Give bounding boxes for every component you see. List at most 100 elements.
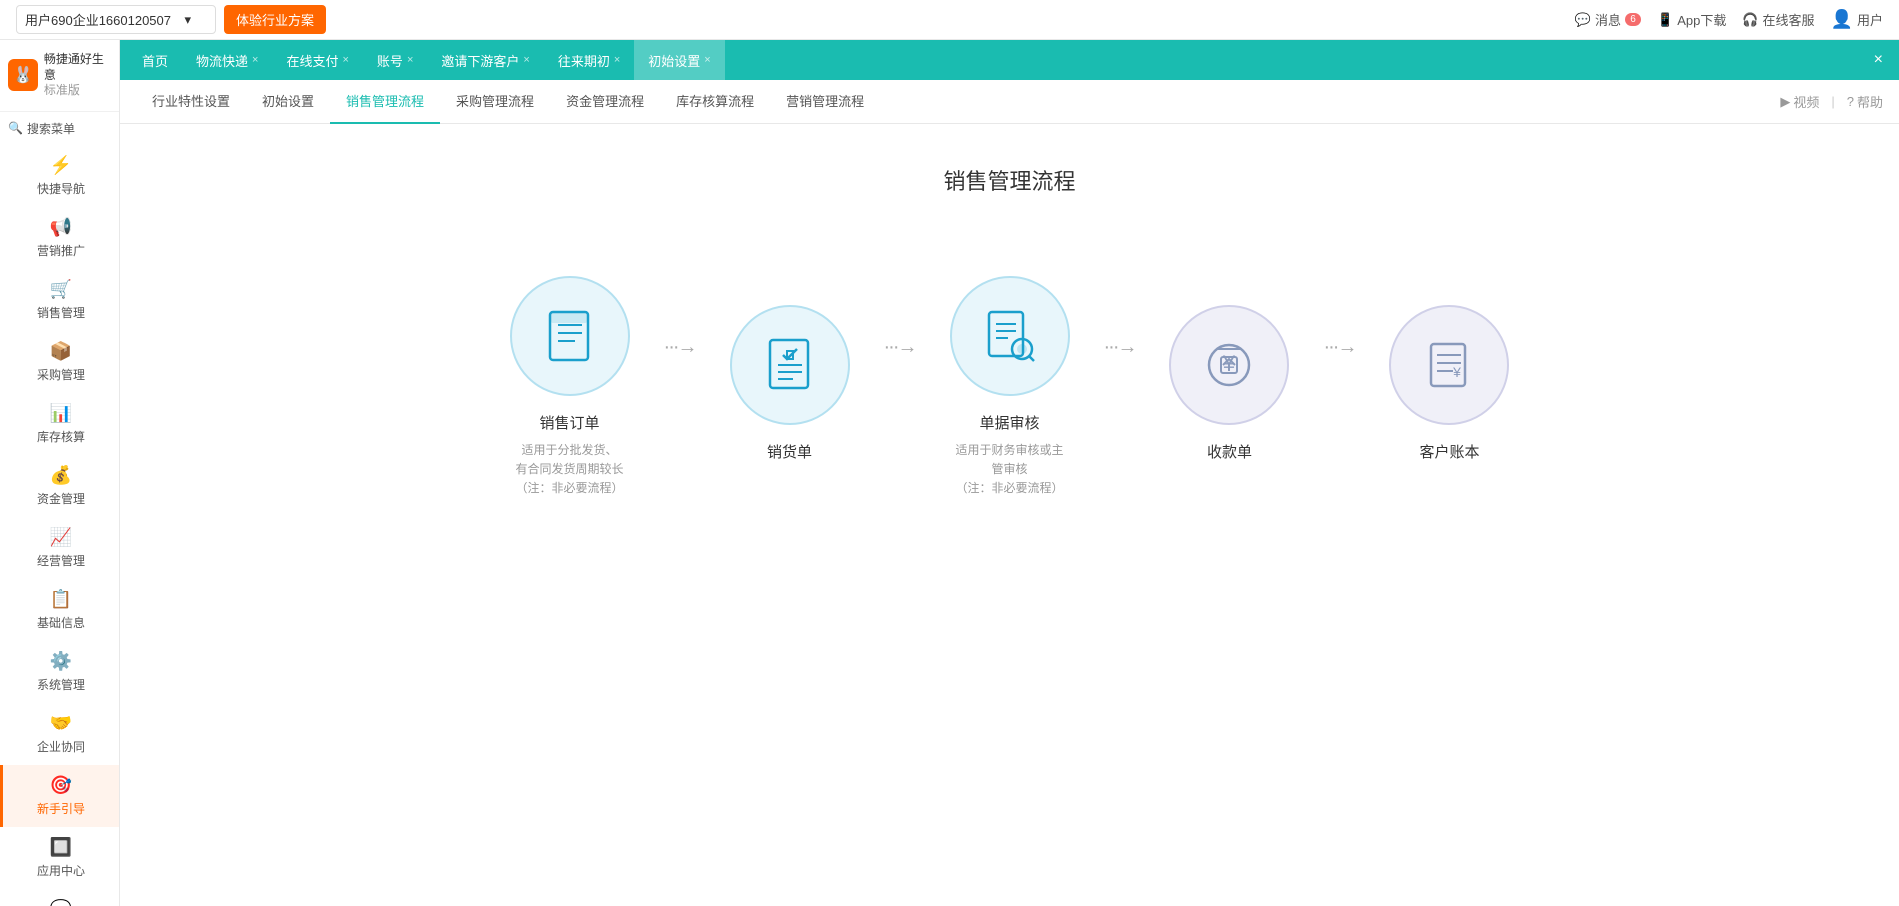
sidebar-item-label: 应用中心: [37, 862, 85, 879]
sidebar-item-appcenter[interactable]: 🔲 应用中心: [0, 827, 119, 889]
close-initial-icon[interactable]: ×: [704, 54, 710, 66]
nav-tab-invite[interactable]: 邀请下游客户 ×: [427, 40, 543, 80]
video-link[interactable]: ▶ 视频: [1780, 92, 1819, 111]
customer-account-circle[interactable]: ¥: [1389, 305, 1509, 425]
message-label: 消息: [1595, 10, 1621, 29]
sub-tab-sales-flow[interactable]: 销售管理流程: [330, 80, 440, 124]
top-header: 用户690企业1660120507 ▾ 体验行业方案 💬 消息 6 📱 App下…: [0, 0, 1899, 40]
sub-tab-industry[interactable]: 行业特性设置: [136, 80, 246, 124]
basic-icon: 📋: [50, 589, 72, 610]
search-label: 搜索菜单: [27, 120, 75, 137]
close-logistics-icon[interactable]: ×: [252, 54, 258, 66]
nav-tab-payment[interactable]: 在线支付 ×: [272, 40, 362, 80]
sidebar-search[interactable]: 🔍 搜索菜单: [0, 112, 119, 145]
avatar-icon: 👤: [1831, 9, 1853, 30]
mobile-icon: 📱: [1657, 12, 1673, 28]
help-label: 帮助: [1857, 92, 1883, 111]
trial-btn[interactable]: 体验行业方案: [224, 5, 326, 34]
purchase-icon: 📦: [50, 341, 72, 362]
audit-desc: 适用于财务审核或主管审核（注：非必要流程）: [955, 441, 1063, 499]
sidebar-item-basic[interactable]: 📋 基础信息: [0, 579, 119, 641]
flow-arrow-3: ···→: [1104, 336, 1136, 359]
content-area: 行业特性设置 初始设置 销售管理流程 采购管理流程 资金管理流程 库存核算流程: [120, 80, 1899, 906]
sidebar-item-label: 营销推广: [37, 242, 85, 259]
nav-tab-account-label: 账号: [377, 51, 403, 70]
sub-tab-purchase-flow[interactable]: 采购管理流程: [440, 80, 550, 124]
sidebar-item-marketing[interactable]: 📢 营销推广: [0, 207, 119, 269]
sidebar-item-label: 新手引导: [37, 800, 85, 817]
marketing-icon: 📢: [50, 217, 72, 238]
flow-arrow-4: ···→: [1323, 336, 1355, 359]
sidebar-item-inventory[interactable]: 📊 库存核算: [0, 393, 119, 455]
nav-tab-home[interactable]: 首页: [128, 40, 182, 80]
flow-step-sales-invoice: 销货单: [700, 305, 880, 470]
nav-tab-initial[interactable]: 初始设置 ×: [634, 40, 724, 80]
close-invite-icon[interactable]: ×: [523, 54, 529, 66]
user-name-label: 用户: [1857, 10, 1883, 29]
receipt-circle[interactable]: ¥: [1169, 305, 1289, 425]
message-badge: 6: [1625, 13, 1641, 26]
sidebar-item-sales[interactable]: 🛒 销售管理: [0, 269, 119, 331]
flow-step-audit: 单据审核 适用于财务审核或主管审核（注：非必要流程）: [920, 276, 1100, 499]
sales-order-label: 销售订单: [540, 412, 600, 433]
online-service-btn[interactable]: 🎧 在线客服: [1742, 10, 1814, 29]
sub-tab-inventory-flow[interactable]: 库存核算流程: [660, 80, 770, 124]
close-all-tabs-btn[interactable]: ×: [1866, 51, 1891, 69]
sub-tab-finance-flow[interactable]: 资金管理流程: [550, 80, 660, 124]
nav-tab-history-label: 往来期初: [558, 51, 610, 70]
sidebar-item-label: 资金管理: [37, 490, 85, 507]
logo-text: 畅捷通好生意 标准版: [44, 52, 111, 99]
nav-tab-logistics[interactable]: 物流快递 ×: [182, 40, 272, 80]
sidebar-item-newbie[interactable]: 🎯 新手引导: [0, 765, 119, 827]
sub-tab-initial[interactable]: 初始设置: [246, 80, 330, 124]
sidebar-item-label: 企业协同: [37, 738, 85, 755]
sales-order-desc: 适用于分批发货、有合同发货周期较长（注：非必要流程）: [516, 441, 624, 499]
sidebar-item-operation[interactable]: 📈 经营管理: [0, 517, 119, 579]
finance-icon: 💰: [50, 465, 72, 486]
close-history-icon[interactable]: ×: [614, 54, 620, 66]
sidebar-item-label: 销售管理: [37, 304, 85, 321]
quick-nav-icon: ⚡: [50, 155, 72, 176]
sub-tab-marketing-flow[interactable]: 营销管理流程: [770, 80, 880, 124]
help-link[interactable]: ? 帮助: [1847, 92, 1883, 111]
nav-tab-account[interactable]: 账号 ×: [363, 40, 427, 80]
sidebar-item-system[interactable]: ⚙️ 系统管理: [0, 641, 119, 703]
sidebar-item-finance[interactable]: 💰 资金管理: [0, 455, 119, 517]
sidebar-item-weixin[interactable]: 💬 企业微信: [0, 889, 119, 906]
app-download-btn[interactable]: 📱 App下载: [1657, 10, 1726, 29]
flow-step-receipt: ¥ 收款单: [1139, 305, 1319, 470]
close-account-icon[interactable]: ×: [407, 54, 413, 66]
user-avatar-btn[interactable]: 👤 用户: [1831, 9, 1883, 30]
page-title: 销售管理流程: [140, 164, 1879, 196]
audit-label: 单据审核: [979, 412, 1039, 433]
sales-invoice-circle[interactable]: [730, 305, 850, 425]
headset-icon: 🎧: [1742, 12, 1758, 28]
main-content: 销售管理流程: [120, 124, 1899, 906]
flow-step-customer-account: ¥ 客户账本: [1359, 305, 1539, 470]
nav-tabs-bar: 首页 物流快递 × 在线支付 × 账号 × 邀请下游客户 × 往来期初 ×: [120, 40, 1899, 80]
sidebar-item-label: 库存核算: [37, 428, 85, 445]
sidebar-item-collab[interactable]: 🤝 企业协同: [0, 703, 119, 765]
nav-tab-logistics-label: 物流快递: [196, 51, 248, 70]
main-layout: 🐰 畅捷通好生意 标准版 🔍 搜索菜单 ⚡ 快捷导航 📢 营销推广 🛒 销售管理…: [0, 40, 1899, 906]
logo-icon: 🐰: [8, 59, 38, 91]
sub-tabs-right: ▶ 视频 | ? 帮助: [1780, 92, 1883, 111]
sales-order-circle[interactable]: [510, 276, 630, 396]
flow-diagram: 销售订单 适用于分批发货、有合同发货周期较长（注：非必要流程） ···→: [140, 256, 1879, 519]
sidebar-item-quick-nav[interactable]: ⚡ 快捷导航: [0, 145, 119, 207]
inventory-icon: 📊: [50, 403, 72, 424]
nav-tab-payment-label: 在线支付: [286, 51, 338, 70]
message-btn[interactable]: 💬 消息 6: [1575, 10, 1641, 29]
newbie-icon: 🎯: [50, 775, 72, 796]
close-payment-icon[interactable]: ×: [342, 54, 348, 66]
sidebar: 🐰 畅捷通好生意 标准版 🔍 搜索菜单 ⚡ 快捷导航 📢 营销推广 🛒 销售管理…: [0, 40, 120, 906]
appcenter-icon: 🔲: [50, 837, 72, 858]
sidebar-item-purchase[interactable]: 📦 采购管理: [0, 331, 119, 393]
user-selector[interactable]: 用户690企业1660120507 ▾: [16, 5, 216, 34]
video-label: 视频: [1793, 92, 1819, 111]
message-icon: 💬: [1575, 12, 1591, 28]
audit-circle[interactable]: [950, 276, 1070, 396]
flow-step-sales-order: 销售订单 适用于分批发货、有合同发货周期较长（注：非必要流程）: [480, 276, 660, 499]
header-right: 💬 消息 6 📱 App下载 🎧 在线客服 👤 用户: [1575, 9, 1883, 30]
nav-tab-history[interactable]: 往来期初 ×: [544, 40, 634, 80]
